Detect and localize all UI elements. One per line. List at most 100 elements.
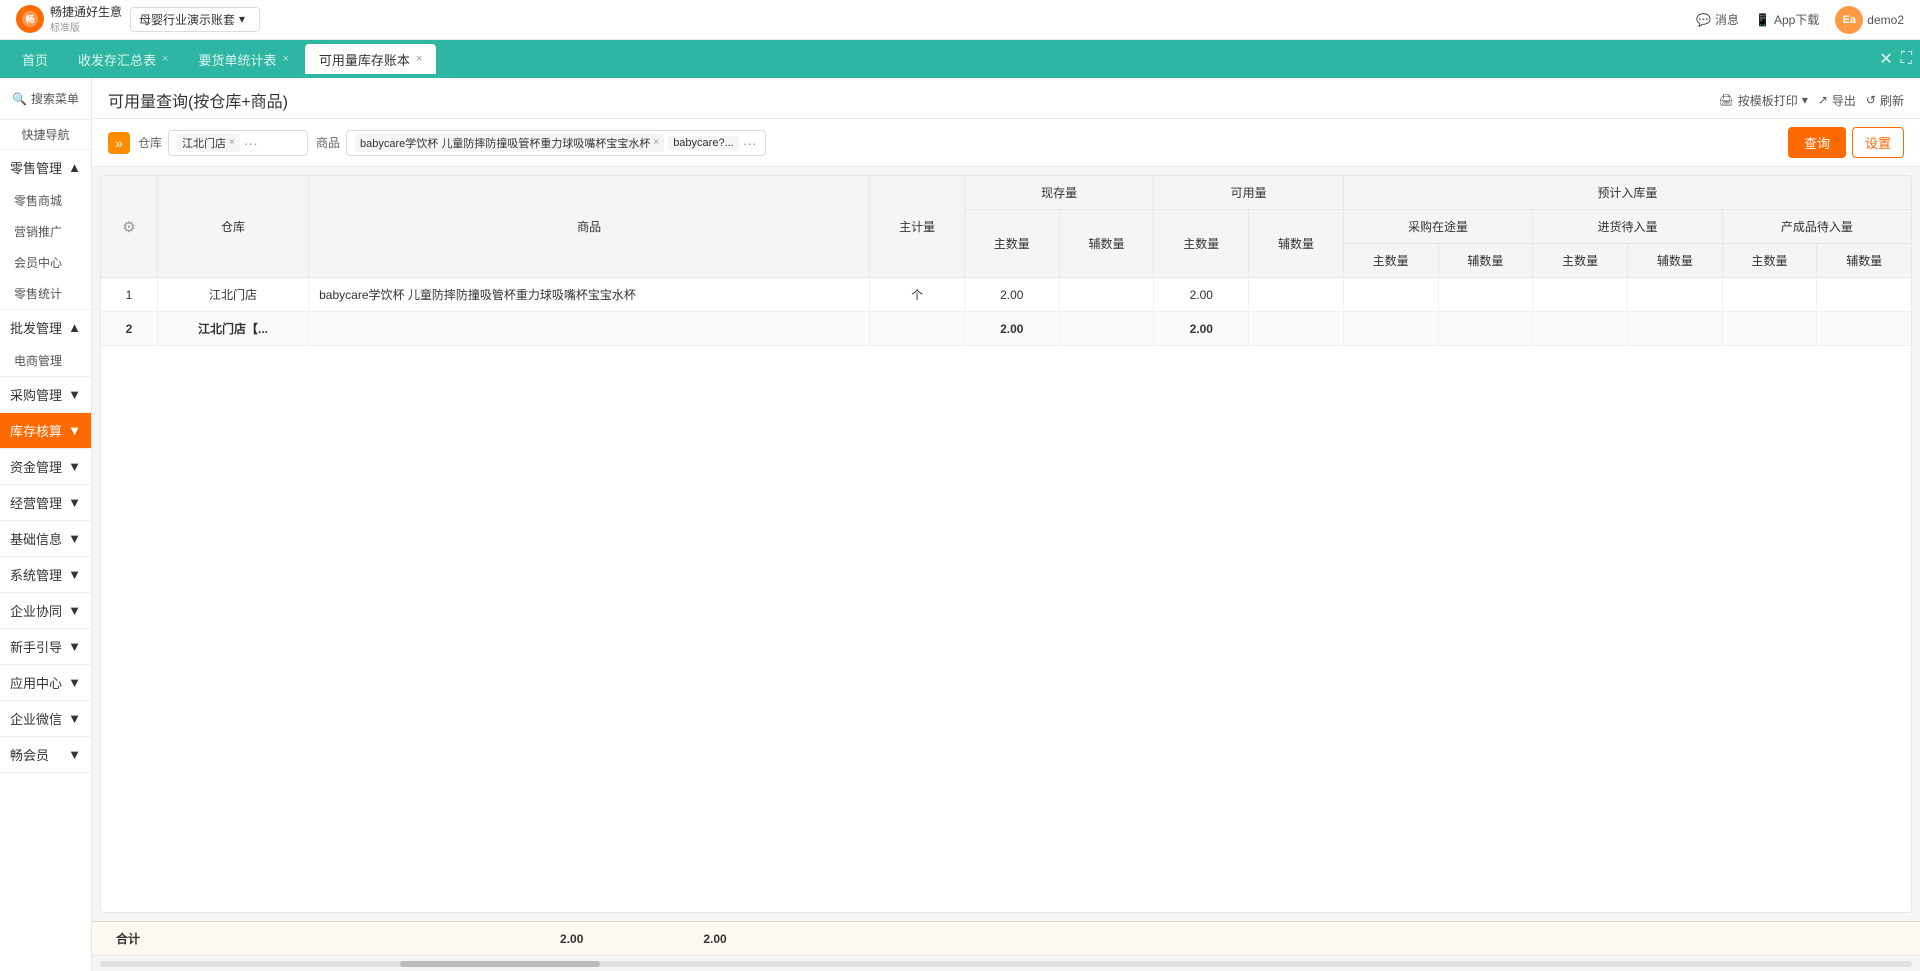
industry-selector[interactable]: 母婴行业演示账套 ▾ — [130, 7, 260, 32]
quick-nav-label: 快捷导航 — [21, 128, 69, 142]
sidebar-group-guide-label: 新手引导 — [10, 637, 62, 656]
table-footer: 合计 2.00 2.00 — [92, 921, 1920, 955]
sidebar-group-wechat-header[interactable]: 企业微信 ▼ — [0, 701, 91, 736]
chevron-icon-basic: ▼ — [68, 531, 81, 546]
sidebar-group-wholesale: 批发管理 ▲ 电商管理 — [0, 310, 91, 377]
th-stock-main: 主数量 — [964, 210, 1059, 278]
sidebar-group-sys-label: 系统管理 — [10, 565, 62, 584]
horizontal-scrollbar[interactable] — [92, 955, 1920, 971]
cell-index: 1 — [101, 278, 157, 312]
cell-purchase-main — [1343, 278, 1438, 312]
scroll-thumb[interactable] — [400, 961, 600, 967]
close-all-tabs-icon[interactable]: ✕ — [1879, 49, 1892, 69]
tab-order-stat-label: 要货单统计表 — [198, 50, 276, 69]
logo-texts: 畅捷通好生意 标准版 — [50, 5, 122, 34]
refresh-btn[interactable]: ↺ 刷新 — [1866, 92, 1904, 109]
sidebar-group-finance: 资金管理 ▼ — [0, 449, 91, 485]
sidebar-group-vip-header[interactable]: 畅会员 ▼ — [0, 737, 91, 772]
sidebar-group-wechat: 企业微信 ▼ — [0, 701, 91, 737]
tab-recv-send-close[interactable]: × — [162, 53, 168, 65]
tab-recv-send-label: 收发存汇总表 — [78, 50, 156, 69]
sidebar-group-guide-header[interactable]: 新手引导 ▼ — [0, 629, 91, 664]
sidebar-item-retail-stat[interactable]: 零售统计 — [0, 278, 91, 309]
chevron-icon-vip: ▼ — [68, 747, 81, 762]
cell-purchase-sub — [1438, 278, 1533, 312]
sidebar-group-basic-header[interactable]: 基础信息 ▼ — [0, 521, 91, 556]
th-purchase-group: 采购在途量 — [1343, 210, 1532, 244]
svg-text:畅: 畅 — [25, 14, 34, 25]
tab-order-stat[interactable]: 要货单统计表 × — [184, 44, 302, 74]
cell-unit-2 — [870, 312, 965, 346]
sidebar-item-ecommerce[interactable]: 电商管理 — [0, 345, 91, 376]
filter-actions: 查询 设置 — [1788, 127, 1904, 158]
tab-home[interactable]: 首页 — [8, 44, 62, 74]
filter-goods-input[interactable]: babycare学饮杯 儿童防摔防撞吸管杯重力球吸嘴杯宝宝水杯 × babyca… — [346, 130, 766, 156]
warehouse-tag-close[interactable]: × — [229, 137, 235, 148]
goods-more-icon[interactable]: ··· — [743, 135, 757, 151]
page-header: 可用量查询(按仓库+商品) 🖨 按模板打印 ▾ ↗ 导出 ↺ 刷新 — [92, 78, 1920, 119]
sidebar-item-marketing[interactable]: 营销推广 — [0, 216, 91, 247]
sidebar-group-purchase-header[interactable]: 采购管理 ▼ — [0, 377, 91, 412]
sidebar-group-retail-header[interactable]: 零售管理 ▲ — [0, 150, 91, 185]
sidebar-quick-nav[interactable]: 快捷导航 — [0, 120, 91, 150]
sidebar-search-btn[interactable]: 🔍 搜索菜单 — [8, 86, 83, 111]
settings-btn[interactable]: 设置 — [1852, 127, 1904, 158]
sidebar: 🔍 搜索菜单 快捷导航 零售管理 ▲ 零售商城 营销推广 会员中心 零售统计 批… — [0, 78, 92, 971]
sidebar-group-sys: 系统管理 ▼ — [0, 557, 91, 593]
tab-avail-stock-close[interactable]: × — [416, 53, 422, 65]
filter-warehouse-group: 仓库 江北门店 × ··· — [138, 130, 308, 156]
goods-tag1: babycare学饮杯 儿童防摔防撞吸管杯重力球吸嘴杯宝宝水杯 × — [355, 134, 664, 152]
filter-warehouse-label: 仓库 — [138, 134, 162, 151]
app-download-btn[interactable]: 📱 App下载 — [1755, 11, 1819, 28]
user-profile[interactable]: Ea demo2 — [1835, 6, 1904, 34]
logo-main-text: 畅捷通好生意 — [50, 5, 122, 19]
cell-unit: 个 — [870, 278, 965, 312]
tab-order-stat-close[interactable]: × — [282, 53, 288, 65]
sidebar-item-member[interactable]: 会员中心 — [0, 247, 91, 278]
cell-goods-2 — [309, 312, 870, 346]
cell-incoming-sub — [1627, 278, 1722, 312]
sidebar-group-appstore-header[interactable]: 应用中心 ▼ — [0, 665, 91, 700]
sidebar-group-inventory-header[interactable]: 库存核算 ▼ — [0, 413, 91, 448]
sidebar-group-basic: 基础信息 ▼ — [0, 521, 91, 557]
sidebar-group-sys-header[interactable]: 系统管理 ▼ — [0, 557, 91, 592]
filter-expand-btn[interactable]: » — [108, 132, 130, 154]
cell-warehouse-2: 江北门店【... — [157, 312, 308, 346]
tab-recv-send[interactable]: 收发存汇总表 × — [64, 44, 182, 74]
th-avail-sub: 辅数量 — [1249, 210, 1344, 278]
fullscreen-icon[interactable]: ⛶ — [1901, 50, 1912, 68]
chevron-icon-wholesale: ▲ — [68, 320, 81, 335]
sidebar-group-purchase: 采购管理 ▼ — [0, 377, 91, 413]
tab-avail-stock[interactable]: 可用量库存账本 × — [305, 44, 436, 74]
print-label: 按模板打印 — [1738, 92, 1798, 109]
sidebar-group-vip-label: 畅会员 — [10, 745, 49, 764]
search-icon: 🔍 — [12, 92, 27, 106]
chevron-icon-appstore: ▼ — [68, 675, 81, 690]
sidebar-group-ops-header[interactable]: 经营管理 ▼ — [0, 485, 91, 520]
sidebar-group-finance-header[interactable]: 资金管理 ▼ — [0, 449, 91, 484]
query-btn[interactable]: 查询 — [1788, 127, 1846, 158]
sidebar-group-collab-header[interactable]: 企业协同 ▼ — [0, 593, 91, 628]
sidebar-item-mall[interactable]: 零售商城 — [0, 185, 91, 216]
cell-stock-sub-2 — [1059, 312, 1154, 346]
filter-warehouse-input[interactable]: 江北门店 × ··· — [168, 130, 308, 156]
sidebar-group-wholesale-header[interactable]: 批发管理 ▲ — [0, 310, 91, 345]
table-settings-icon[interactable]: ⚙ — [122, 219, 135, 236]
export-label: 导出 — [1832, 92, 1856, 109]
goods-tag1-close[interactable]: × — [653, 137, 659, 148]
cell-warehouse: 江北门店 — [157, 278, 308, 312]
avatar: Ea — [1835, 6, 1863, 34]
sidebar-search-area: 🔍 搜索菜单 — [0, 78, 91, 120]
th-settings[interactable]: ⚙ — [101, 176, 157, 278]
warehouse-more-icon[interactable]: ··· — [244, 135, 258, 151]
footer-label: 合计 — [116, 930, 140, 947]
message-btn[interactable]: 💬 消息 — [1696, 11, 1739, 28]
export-btn[interactable]: ↗ 导出 — [1818, 92, 1856, 109]
th-purchase-sub: 辅数量 — [1438, 244, 1533, 278]
page-title: 可用量查询(按仓库+商品) — [108, 88, 288, 112]
print-btn[interactable]: 🖨 按模板打印 ▾ — [1719, 92, 1808, 109]
cell-incoming-main-2 — [1533, 312, 1628, 346]
warehouse-tag-text: 江北门店 — [182, 135, 226, 151]
refresh-icon: ↺ — [1866, 93, 1876, 107]
logo-sub-text: 标准版 — [50, 19, 122, 34]
